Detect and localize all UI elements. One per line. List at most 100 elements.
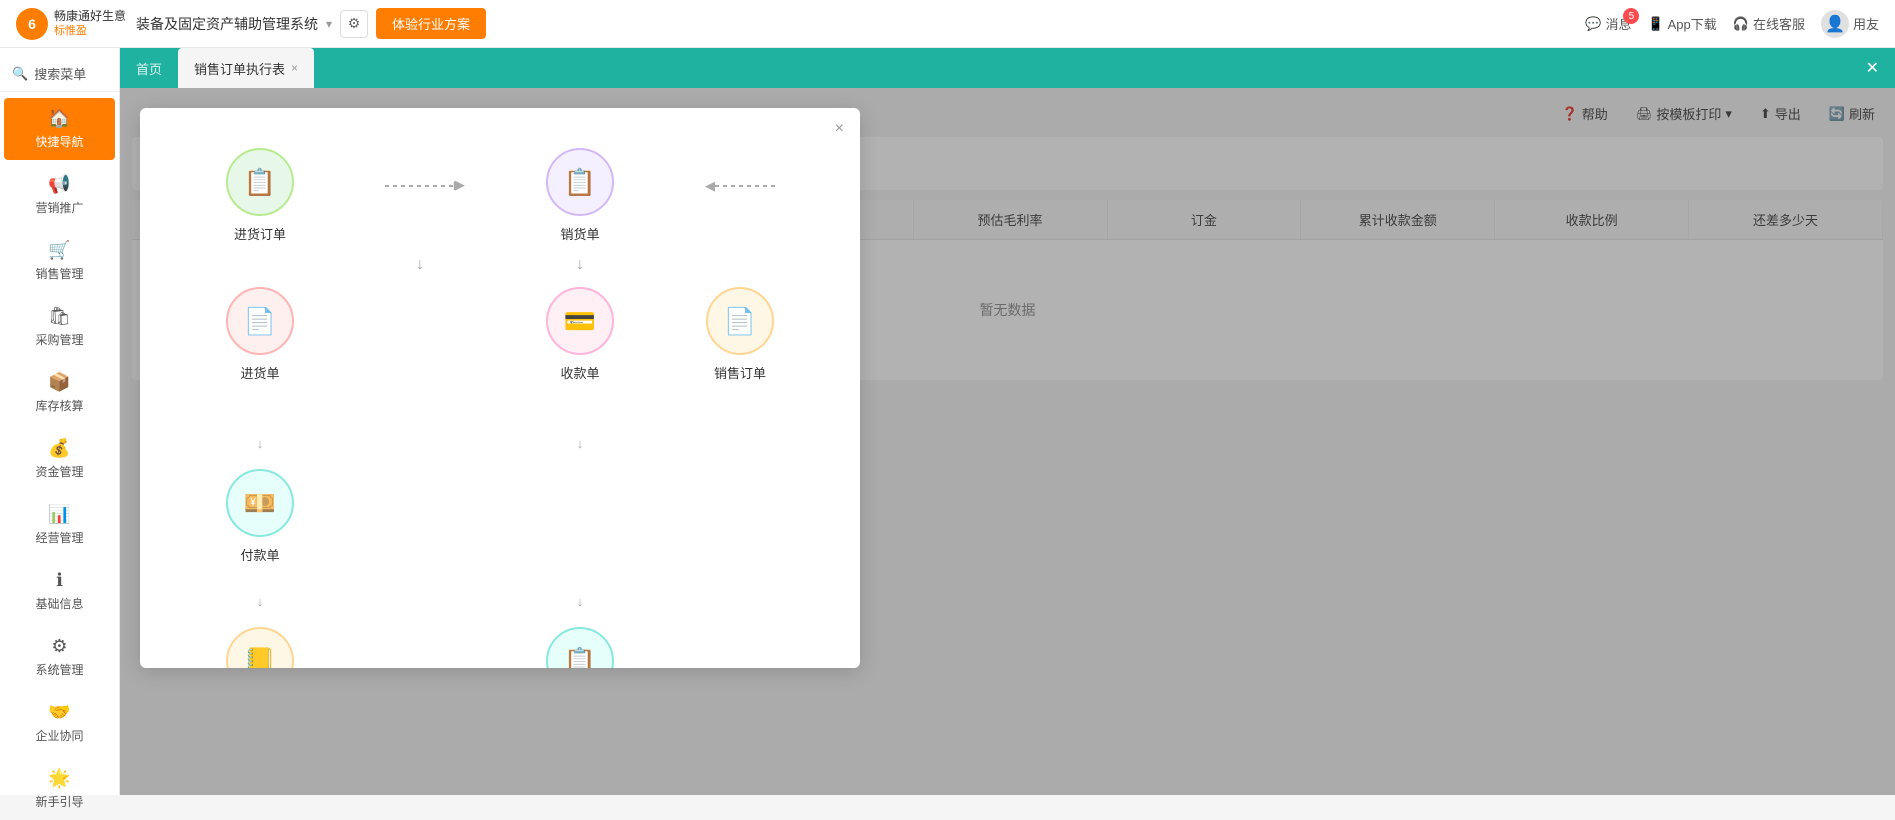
sales-bill-icon: 📋 [546, 148, 614, 216]
gear-button[interactable]: ⚙ [340, 10, 368, 38]
arrow-h2: ◀ [660, 178, 820, 214]
arrow-down-r2-3: ↓ [500, 436, 660, 451]
flow-node-purchase-bill[interactable]: 📄 进货单 [180, 277, 340, 392]
message-badge: 5 [1623, 8, 1639, 24]
page-content: ❓ 帮助 🖨 按模板打印 ▾ ⬆ 导出 🔄 刷新 [120, 88, 1895, 795]
system-title-area: 装备及固定资产辅助管理系统 ▾ ⚙ 体验行业方案 [136, 8, 1585, 39]
sidebar-item-purchase[interactable]: 🛍 采购管理 [4, 296, 115, 358]
sidebar-label-system: 系统管理 [35, 661, 83, 678]
search-menu-label: 搜索菜单 [34, 64, 86, 83]
purchase-order-icon: 📋 [226, 148, 294, 216]
sidebar-label-basic-info: 基础信息 [35, 595, 83, 612]
purchase-bill-label: 进货单 [240, 363, 279, 382]
arrow-down-r4-3: ↓ [500, 594, 660, 609]
logo-text: 畅康通好生意 标惟盈 [54, 9, 126, 39]
purchase-bill-icon: 📄 [226, 287, 294, 355]
sidebar-label-purchase: 采购管理 [35, 331, 83, 348]
sidebar-item-sales[interactable]: 🛒 销售管理 [4, 230, 115, 292]
flow-node-supplier-ledger[interactable]: 📒 供应商账本 [180, 617, 340, 668]
flow-row2: ↓ ↓ [180, 436, 820, 451]
flow-node-sales-order[interactable]: 📄 销售订单 [660, 277, 820, 392]
sales-order-icon: 📄 [706, 287, 774, 355]
flow-row3: 💴 付款单 [180, 459, 820, 574]
sidebar-item-marketing[interactable]: 📢 营销推广 [4, 164, 115, 226]
arrow-down-sales: ↓ [500, 255, 660, 275]
sidebar-item-newbie[interactable]: 🌟 新手引导 [4, 758, 115, 820]
arrow-down-r4-1: ↓ [180, 594, 340, 609]
purchase-icon: 🛍 [48, 306, 71, 327]
inventory-icon: 📦 [48, 372, 70, 393]
avatar: 👤 [1821, 10, 1849, 38]
tab-sales-order[interactable]: 销售订单执行表 × [178, 48, 314, 88]
online-service-label: 在线客服 [1753, 14, 1805, 33]
sidebar-item-finance[interactable]: 💰 资金管理 [4, 428, 115, 490]
purchase-order-label: 进货订单 [234, 224, 286, 243]
receipt-bill-icon: 💳 [546, 287, 614, 355]
customer-ledger-icon: 📋 [546, 627, 614, 668]
modal-close-button[interactable]: × [835, 120, 844, 138]
sidebar: 🔍 搜索菜单 🏠 快捷导航 📢 营销推广 🛒 销售管理 🛍 采购管理 📦 库存核… [0, 48, 120, 795]
receipt-bill-label: 收款单 [560, 363, 599, 382]
search-menu-item[interactable]: 🔍 搜索菜单 [0, 56, 119, 92]
tab-bar: 首页 销售订单执行表 × ✕ [120, 48, 1895, 88]
arrow-down-r2-1: ↓ [180, 436, 340, 451]
search-icon: 🔍 [12, 66, 28, 82]
sales-order-label: 销售订单 [714, 363, 766, 382]
basic-info-icon: ℹ [56, 570, 63, 591]
system-icon: ⚙ [51, 636, 67, 657]
flow-node-receipt-bill2 [500, 459, 660, 479]
top-header: 6 畅康通好生意 标惟盈 装备及固定资产辅助管理系统 ▾ ⚙ 体验行业方案 💬 … [0, 0, 1895, 48]
arrow-h1: ▶ [340, 185, 500, 207]
sidebar-label-newbie: 新手引导 [35, 793, 83, 810]
spacer2 [660, 255, 820, 275]
logo-area: 6 畅康通好生意 标惟盈 [16, 8, 136, 40]
flow-node-payment[interactable]: 💴 付款单 [180, 459, 340, 574]
spacer1 [180, 255, 340, 275]
app-download-label: App下载 [1668, 14, 1717, 33]
logo-icon: 6 [16, 8, 48, 40]
user-menu[interactable]: 👤 用友 [1821, 10, 1879, 38]
flow-row4: ↓ ↓ [180, 594, 820, 609]
modal-box: × 📋 进货订单 ▶ [140, 108, 860, 668]
main-layout: 🔍 搜索菜单 🏠 快捷导航 📢 营销推广 🛒 销售管理 🛍 采购管理 📦 库存核… [0, 48, 1895, 795]
finance-icon: 💰 [48, 438, 70, 459]
tab-close-icon[interactable]: × [291, 61, 298, 75]
flow-node-customer-ledger[interactable]: 📋 客户账本 [500, 617, 660, 668]
flow-diagram: 📋 进货订单 ▶ 📋 销货单 [180, 138, 820, 416]
sales-bill-label: 销货单 [560, 224, 599, 243]
sidebar-item-enterprise[interactable]: 🤝 企业协同 [4, 692, 115, 754]
user-label: 用友 [1853, 14, 1879, 33]
arrow-dashed-1: ▶ [385, 185, 455, 187]
sidebar-label-inventory: 库存核算 [35, 397, 83, 414]
window-close-icon[interactable]: ✕ [1866, 58, 1879, 78]
flow-node-sales-bill[interactable]: 📋 销货单 [500, 138, 660, 253]
payment-icon: 💴 [226, 469, 294, 537]
sidebar-label-operations: 经营管理 [35, 529, 83, 546]
sidebar-item-basic-info[interactable]: ℹ 基础信息 [4, 560, 115, 622]
sidebar-label-quick-nav: 快捷导航 [35, 133, 83, 150]
flow-row5: 📒 供应商账本 📋 客户账本 [180, 617, 820, 668]
tab-home[interactable]: 首页 [120, 48, 178, 88]
sidebar-label-enterprise: 企业协同 [35, 727, 83, 744]
message-button[interactable]: 💬 消息 5 [1585, 14, 1631, 33]
home-icon: 🏠 [48, 108, 70, 129]
app-download-button[interactable]: 📱 App下载 [1647, 14, 1716, 33]
sidebar-item-operations[interactable]: 📊 经营管理 [4, 494, 115, 556]
sidebar-item-quick-nav[interactable]: 🏠 快捷导航 [4, 98, 115, 160]
header-right: 💬 消息 5 📱 App下载 🎧 在线客服 👤 用友 [1585, 10, 1879, 38]
experience-button[interactable]: 体验行业方案 [376, 8, 486, 39]
payment-label: 付款单 [240, 545, 279, 564]
dropdown-icon[interactable]: ▾ [326, 17, 332, 31]
service-icon: 🎧 [1733, 16, 1749, 32]
tab-home-label: 首页 [136, 59, 162, 78]
sidebar-item-inventory[interactable]: 📦 库存核算 [4, 362, 115, 424]
sidebar-item-system[interactable]: ⚙ 系统管理 [4, 626, 115, 688]
system-title: 装备及固定资产辅助管理系统 [136, 14, 318, 34]
sidebar-label-sales: 销售管理 [35, 265, 83, 282]
sidebar-label-marketing: 营销推广 [35, 199, 83, 216]
flow-node-purchase-order[interactable]: 📋 进货订单 [180, 138, 340, 253]
flow-node-receipt-bill[interactable]: 💳 收款单 [500, 277, 660, 392]
online-service-button[interactable]: 🎧 在线客服 [1733, 14, 1805, 33]
content-area: 首页 销售订单执行表 × ✕ ❓ 帮助 🖨 按模板打印 ▾ [120, 48, 1895, 795]
arrow-down-purchase: ↓ [340, 255, 500, 275]
